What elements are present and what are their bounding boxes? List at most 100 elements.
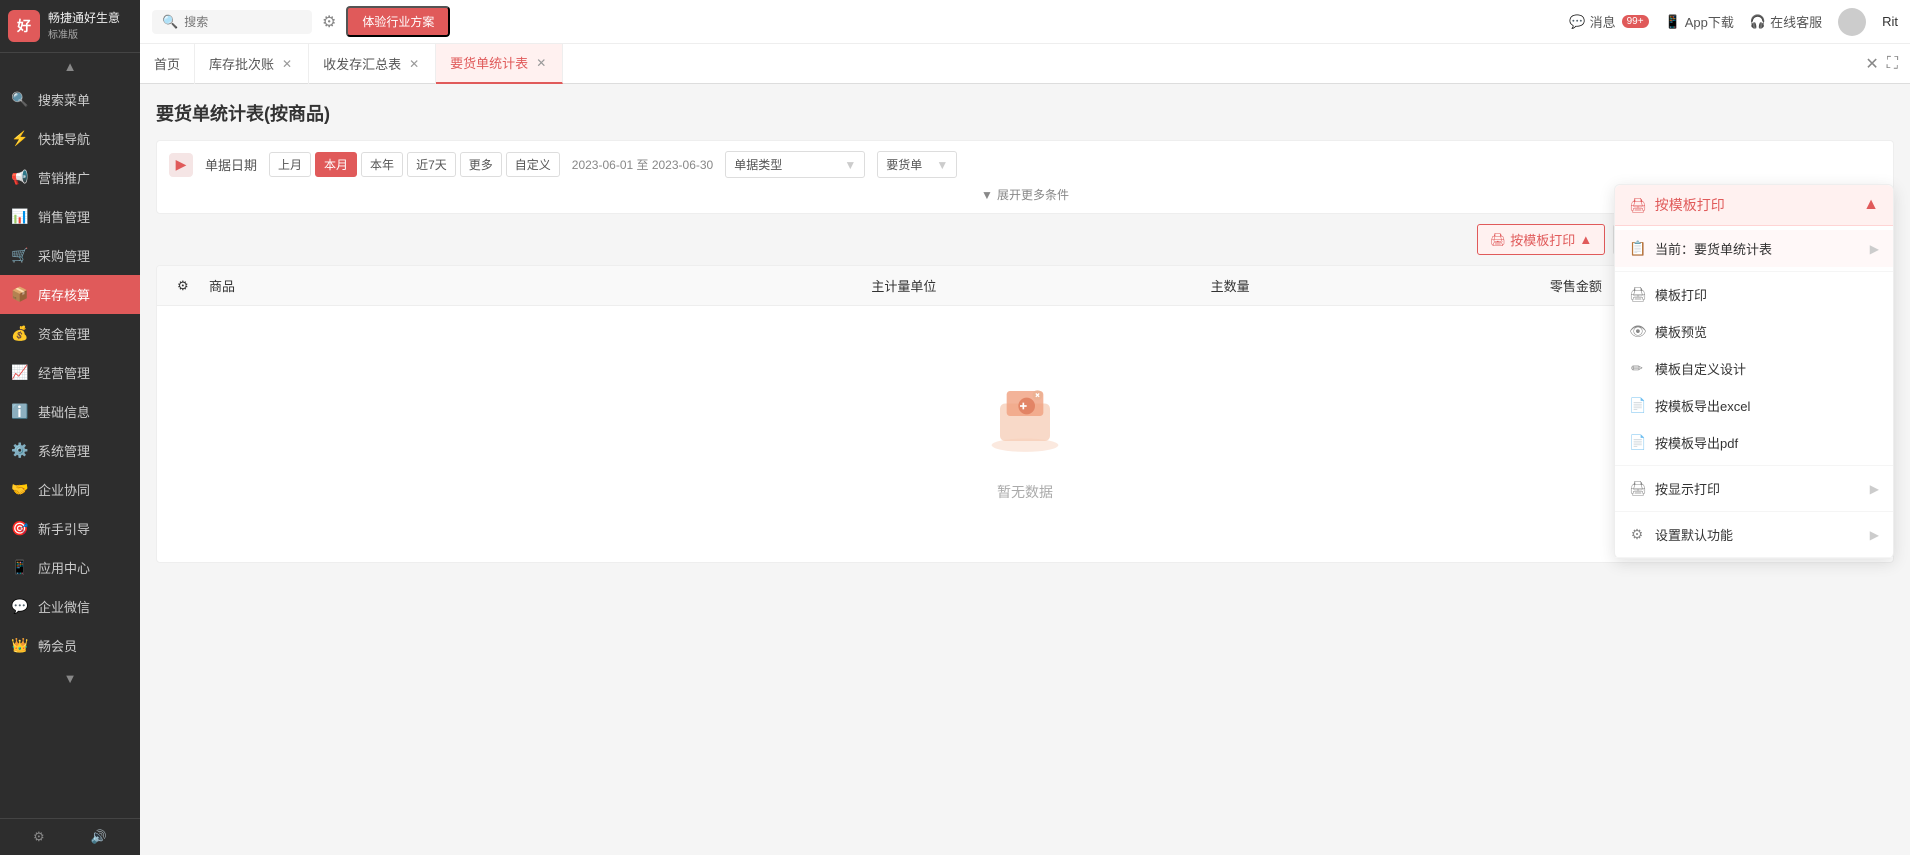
dropdown-current-left: 📋 当前：要货单统计表 — [1629, 239, 1772, 258]
template-preview-left: 👁 模板预览 — [1629, 322, 1707, 341]
date-btn-this-year[interactable]: 本年 — [361, 152, 403, 177]
export-excel-label: 按模板导出excel — [1655, 396, 1750, 415]
dropdown-template-preview[interactable]: 👁 模板预览 — [1615, 313, 1893, 350]
page-content: 要货单统计表(按商品) ▶ 单据日期 上月 本月 本年 近7天 更多 自定义 2… — [140, 84, 1910, 855]
date-btn-custom[interactable]: 自定义 — [506, 152, 560, 177]
tab-inventory-batch[interactable]: 库存批次账 ✕ — [195, 44, 309, 84]
template-design-left: ✏ 模板自定义设计 — [1629, 359, 1746, 378]
message-label: 消息 — [1590, 12, 1616, 31]
topbar-actions: 💬 消息 99+ 📱 App下载 🎧 在线客服 Rit — [1569, 8, 1898, 36]
message-badge: 99+ — [1622, 15, 1649, 28]
tab-order-summary-close[interactable]: ✕ — [534, 54, 548, 72]
date-btn-7days[interactable]: 近7天 — [407, 152, 456, 177]
date-btn-more[interactable]: 更多 — [460, 152, 502, 177]
order-category-select[interactable]: 要货单 ▼ — [877, 151, 957, 178]
sidebar-item-label: 销售管理 — [38, 207, 90, 226]
print-template-btn[interactable]: 🖨 按模板打印 ▲ — [1477, 224, 1605, 255]
tab-order-summary[interactable]: 要货单统计表 ✕ — [436, 44, 563, 84]
online-service-label: 在线客服 — [1770, 12, 1822, 31]
scroll-up-btn[interactable]: ▲ — [0, 53, 140, 80]
app-download-btn[interactable]: 📱 App下载 — [1665, 12, 1734, 31]
printer-dropdown-icon: 🖨 — [1629, 197, 1647, 214]
doc-type-select[interactable]: 单据类型 ▼ — [725, 151, 865, 178]
sidebar-footer: ⚙ 🔊 — [0, 818, 140, 855]
logo-icon: 好 — [8, 10, 40, 42]
settings-footer-icon[interactable]: ⚙ — [33, 829, 45, 845]
sidebar-item-label: 畅会员 — [38, 636, 77, 655]
dropdown-set-default[interactable]: ⚙ 设置默认功能 ▶ — [1615, 516, 1893, 553]
sidebar-item-app-center[interactable]: 📱 应用中心 — [0, 548, 140, 587]
sidebar-item-member[interactable]: 👑 畅会员 — [0, 626, 140, 665]
trial-button[interactable]: 体验行业方案 — [346, 6, 450, 37]
sidebar-item-basic-info[interactable]: ℹ️ 基础信息 — [0, 392, 140, 431]
filter-toggle-btn[interactable]: ▶ — [169, 153, 193, 177]
print-template-label: 按模板打印 — [1510, 230, 1575, 249]
dropdown-display-print[interactable]: 🖨 按显示打印 ▶ — [1615, 470, 1893, 507]
export-pdf-label: 按模板导出pdf — [1655, 433, 1738, 452]
date-btn-this-month[interactable]: 本月 — [315, 152, 357, 177]
tab-home[interactable]: 首页 — [140, 44, 195, 84]
template-preview-label: 模板预览 — [1655, 322, 1707, 341]
tab-receipt-summary[interactable]: 收发存汇总表 ✕ — [309, 44, 436, 84]
chevron-down-icon: ▼ — [844, 158, 856, 172]
dropdown-current-item[interactable]: 📋 当前：要货单统计表 ▶ — [1615, 230, 1893, 267]
template-print-icon: 🖨 — [1629, 286, 1645, 303]
dropdown-close-btn[interactable]: ▲ — [1863, 196, 1879, 214]
tab-inventory-batch-close[interactable]: ✕ — [280, 55, 294, 73]
template-design-icon: ✏ — [1629, 360, 1645, 377]
topbar-search-box[interactable]: 🔍 — [152, 10, 312, 34]
sidebar-item-finance[interactable]: 💰 资金管理 — [0, 314, 140, 353]
app-download-label: App下载 — [1685, 12, 1734, 31]
sidebar-item-label: 资金管理 — [38, 324, 90, 343]
finance-icon: 💰 — [10, 325, 30, 342]
dropdown-items-section: 🖨 模板打印 👁 模板预览 ✏ 模板自定义设计 — [1615, 272, 1893, 466]
chevron-up-icon: ▲ — [1579, 232, 1592, 247]
sidebar-item-system[interactable]: ⚙️ 系统管理 — [0, 431, 140, 470]
sidebar-item-guide[interactable]: 🎯 新手引导 — [0, 509, 140, 548]
sidebar-item-inventory[interactable]: 📦 库存核算 — [0, 275, 140, 314]
system-icon: ⚙️ — [10, 442, 30, 459]
marketing-icon: 📢 — [10, 169, 30, 186]
tab-receipt-summary-label: 收发存汇总表 — [323, 54, 401, 73]
printer-icon: 🖨 — [1490, 232, 1507, 248]
sidebar-item-sales[interactable]: 📊 销售管理 — [0, 197, 140, 236]
expand-more-btn[interactable]: ▼ 展开更多条件 — [981, 186, 1069, 203]
close-tab-btn[interactable]: ✕ — [1865, 54, 1878, 74]
sidebar-item-operations[interactable]: 📈 经营管理 — [0, 353, 140, 392]
chevron-right-icon3: ▶ — [1870, 528, 1879, 542]
export-excel-left: 📄 按模板导出excel — [1629, 396, 1750, 415]
tab-receipt-summary-close[interactable]: ✕ — [407, 55, 421, 73]
dropdown-export-excel[interactable]: 📄 按模板导出excel — [1615, 387, 1893, 424]
sidebar-item-cooperation[interactable]: 🤝 企业协同 — [0, 470, 140, 509]
display-print-label: 按显示打印 — [1655, 479, 1720, 498]
basic-info-icon: ℹ️ — [10, 403, 30, 420]
sidebar-item-marketing[interactable]: 📢 营销推广 — [0, 158, 140, 197]
speaker-footer-icon[interactable]: 🔊 — [91, 829, 107, 845]
fullscreen-btn[interactable]: ⛶ — [1887, 55, 1898, 73]
th-settings[interactable]: ⚙ — [169, 278, 201, 294]
sidebar-item-quick-nav[interactable]: ⚡ 快捷导航 — [0, 119, 140, 158]
sidebar-item-label: 基础信息 — [38, 402, 90, 421]
guide-icon: 🎯 — [10, 520, 30, 537]
export-excel-icon: 📄 — [1629, 397, 1645, 414]
tab-inventory-batch-label: 库存批次账 — [209, 54, 274, 73]
dropdown-export-pdf[interactable]: 📄 按模板导出pdf — [1615, 424, 1893, 461]
template-preview-icon: 👁 — [1629, 323, 1645, 340]
dropdown-template-design[interactable]: ✏ 模板自定义设计 — [1615, 350, 1893, 387]
template-print-left: 🖨 模板打印 — [1629, 285, 1707, 304]
sidebar-item-search[interactable]: 🔍 搜索菜单 — [0, 80, 140, 119]
sidebar-item-wechat[interactable]: 💬 企业微信 — [0, 587, 140, 626]
online-service-btn[interactable]: 🎧 在线客服 — [1750, 12, 1822, 31]
scroll-down-btn[interactable]: ▼ — [0, 665, 140, 692]
search-input[interactable] — [184, 15, 302, 29]
table-settings-icon: ⚙ — [177, 278, 189, 293]
avatar[interactable] — [1838, 8, 1866, 36]
message-btn[interactable]: 💬 消息 99+ — [1569, 12, 1648, 31]
sidebar-item-purchase[interactable]: 🛒 采购管理 — [0, 236, 140, 275]
empty-illustration — [975, 366, 1075, 466]
dropdown-template-print[interactable]: 🖨 模板打印 — [1615, 276, 1893, 313]
tab-order-summary-label: 要货单统计表 — [450, 53, 528, 72]
date-btn-last-month[interactable]: 上月 — [269, 152, 311, 177]
operations-icon: 📈 — [10, 364, 30, 381]
gear-icon[interactable]: ⚙ — [322, 12, 336, 32]
